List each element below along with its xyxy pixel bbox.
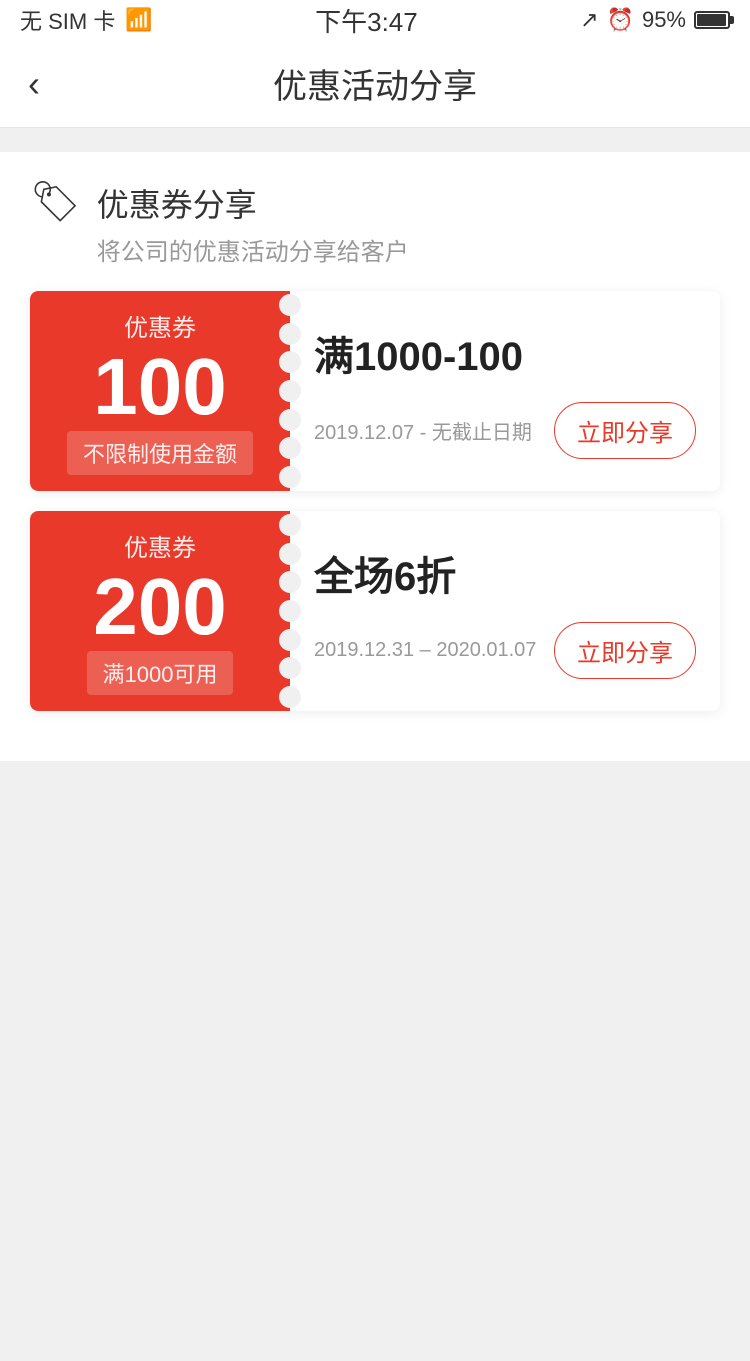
coupon-condition-1: 不限制使用金额 xyxy=(67,431,253,475)
coupon-amount-2: 200 xyxy=(93,567,226,647)
section-icon: 🏷 xyxy=(30,182,81,222)
section-subtitle: 将公司的优惠活动分享给客户 xyxy=(97,232,409,267)
coupon-date-1: 2019.12.07 - 无截止日期 xyxy=(314,416,544,445)
share-button-1[interactable]: 立即分享 xyxy=(554,402,696,459)
status-carrier: 无 SIM 卡 📶 xyxy=(20,4,153,36)
nav-bar: ‹ 优惠活动分享 xyxy=(0,40,750,128)
section-divider xyxy=(0,128,750,152)
status-bar: 无 SIM 卡 📶 下午3:47 ↗ ⏰ 95% xyxy=(0,0,750,40)
back-button[interactable]: ‹ xyxy=(28,63,40,105)
coupon-left-1: 优惠券 100 不限制使用金额 xyxy=(30,291,290,491)
coupon-amount-1: 100 xyxy=(93,347,226,427)
coupon-date-2: 2019.12.31 – 2020.01.07 xyxy=(314,639,544,662)
status-battery-area: ↗ ⏰ 95% xyxy=(580,7,730,33)
page-title: 优惠活动分享 xyxy=(273,59,477,108)
section-text: 优惠券分享 将公司的优惠活动分享给客户 xyxy=(97,180,409,267)
empty-area xyxy=(0,761,750,1361)
coupon-label-1: 优惠券 xyxy=(124,308,196,343)
status-time: 下午3:47 xyxy=(315,2,418,39)
section-header: 🏷 优惠券分享 将公司的优惠活动分享给客户 xyxy=(0,152,750,291)
coupon-list: 优惠券 100 不限制使用金额 满1000-100 2019.12.07 - 无… xyxy=(0,291,750,761)
coupon-label-2: 优惠券 xyxy=(124,528,196,563)
share-button-2[interactable]: 立即分享 xyxy=(554,622,696,679)
coupon-left-2: 优惠券 200 满1000可用 xyxy=(30,511,290,711)
section-title: 优惠券分享 xyxy=(97,180,409,226)
coupon-name-1: 满1000-100 xyxy=(314,324,696,382)
carrier-text: 无 SIM 卡 xyxy=(20,4,115,36)
coupon-condition-2: 满1000可用 xyxy=(87,651,234,695)
coupon-right-1: 满1000-100 2019.12.07 - 无截止日期 立即分享 xyxy=(290,291,720,491)
location-icon: ↗ xyxy=(580,7,598,33)
coupon-card-2: 优惠券 200 满1000可用 全场6折 2019.12.31 – 2020.0… xyxy=(30,511,720,711)
coupon-card-1: 优惠券 100 不限制使用金额 满1000-100 2019.12.07 - 无… xyxy=(30,291,720,491)
coupon-meta-1: 2019.12.07 - 无截止日期 立即分享 xyxy=(314,402,696,459)
battery-icon xyxy=(694,11,730,29)
battery-percent: 95% xyxy=(642,7,686,33)
coupon-right-2: 全场6折 2019.12.31 – 2020.01.07 立即分享 xyxy=(290,511,720,711)
coupon-meta-2: 2019.12.31 – 2020.01.07 立即分享 xyxy=(314,622,696,679)
wifi-icon: 📶 xyxy=(125,7,152,33)
coupon-name-2: 全场6折 xyxy=(314,544,696,602)
alarm-icon: ⏰ xyxy=(607,7,634,33)
